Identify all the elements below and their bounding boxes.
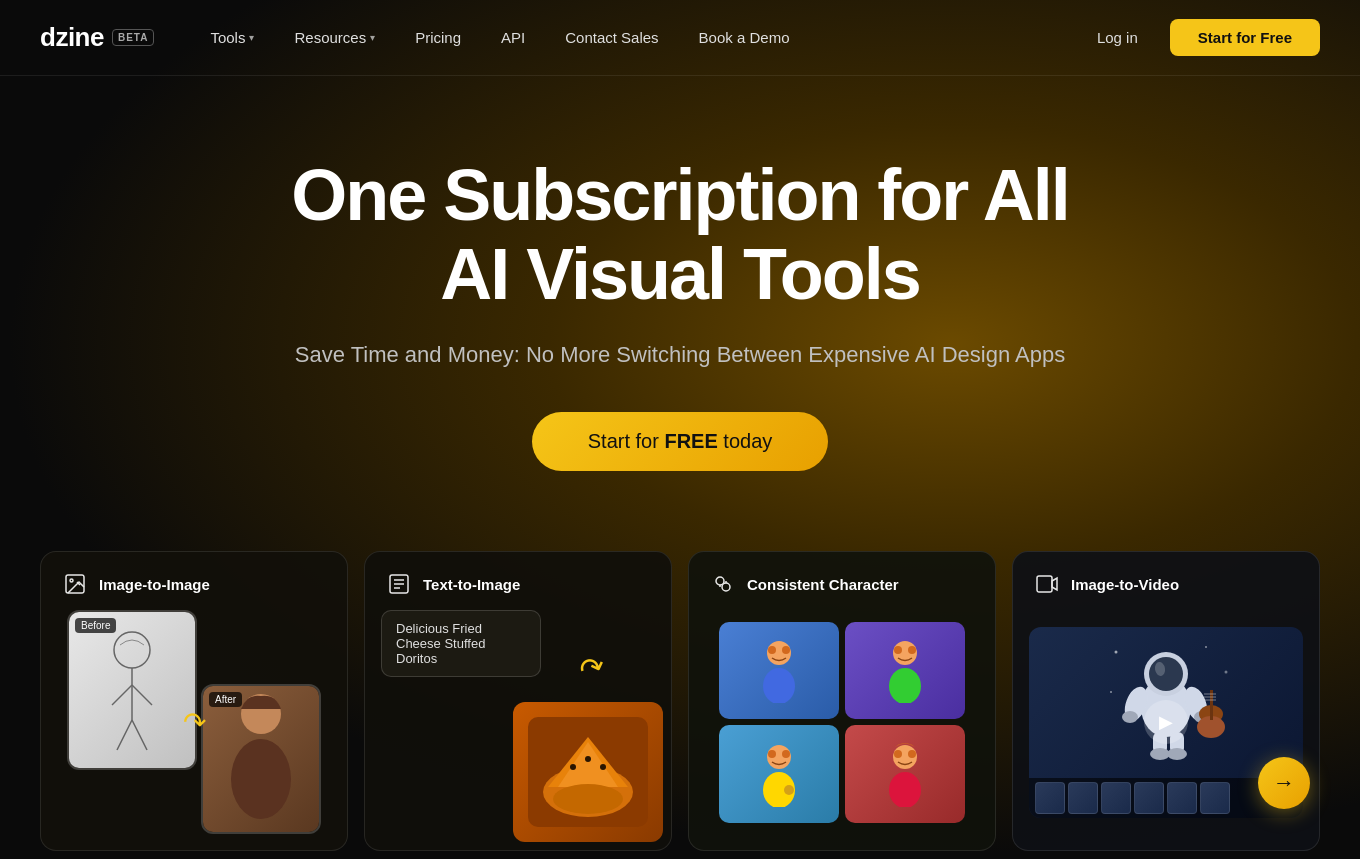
svg-point-27 [894,646,902,654]
svg-point-45 [1149,657,1183,691]
hero-cta-button[interactable]: Start for FREE today [532,412,829,471]
card-header: Text-to-Image [365,552,671,610]
nav-links: Tools ▾ Resources ▾ Pricing API Contact … [194,21,805,54]
film-frame [1167,782,1197,814]
logo[interactable]: dzine BETA [40,22,154,53]
svg-rect-38 [1037,576,1052,592]
char-cell-2 [845,622,965,720]
card-image-to-image[interactable]: Image-to-Image [40,551,348,851]
card-title: Image-to-Video [1071,576,1179,593]
consistent-character-icon [709,570,737,598]
before-image: Before [67,610,197,770]
nav-right: Log in Start for Free [1081,19,1320,56]
card-body: Before ↷ After [41,610,347,850]
nav-pricing[interactable]: Pricing [399,21,477,54]
film-frame [1101,782,1131,814]
card-body: Delicious Fried Cheese Stuffed Doritos ↷ [365,610,671,850]
svg-point-2 [114,632,150,668]
img2img-preview: Before ↷ After [57,610,331,834]
generated-food-image [513,702,663,842]
card-header: Image-to-Image [41,552,347,610]
svg-point-39 [1115,651,1118,654]
card-header: Consistent Character [689,552,995,610]
svg-point-49 [1122,711,1138,723]
svg-point-9 [231,739,291,819]
image-to-image-icon [61,570,89,598]
nav-left: dzine BETA Tools ▾ Resources ▾ Pricing A… [40,21,806,54]
card-consistent-character[interactable]: Consistent Character [688,551,996,851]
svg-point-37 [908,750,916,758]
hero-section: One Subscription for All AI Visual Tools… [0,76,1360,531]
card-body [689,610,995,850]
svg-point-36 [894,750,902,758]
character-grid [719,622,966,824]
card-header: Image-to-Video [1013,552,1319,610]
svg-point-22 [763,668,795,703]
nav-api[interactable]: API [485,21,541,54]
film-frame [1200,782,1230,814]
svg-point-23 [768,646,776,654]
svg-point-18 [553,784,623,814]
svg-point-41 [1225,671,1228,674]
svg-point-32 [782,750,790,758]
t2i-preview: Delicious Fried Cheese Stuffed Doritos ↷ [381,610,655,834]
svg-point-35 [889,772,921,807]
hero-title: One Subscription for All AI Visual Tools [40,156,1320,314]
svg-point-33 [784,785,794,795]
hero-subtitle: Save Time and Money: No More Switching B… [40,342,1320,368]
svg-point-31 [768,750,776,758]
svg-line-6 [117,720,132,750]
svg-point-17 [600,764,606,770]
chevron-down-icon: ▾ [370,32,375,43]
after-label: After [209,692,242,707]
svg-point-40 [1205,646,1207,648]
char-cell-3 [719,725,839,823]
svg-point-16 [585,756,591,762]
card-body: ▶ [1013,610,1319,850]
start-free-button[interactable]: Start for Free [1170,19,1320,56]
card-text-to-image[interactable]: Text-to-Image Delicious Fried Cheese Stu… [364,551,672,851]
chevron-down-icon: ▾ [249,32,254,43]
svg-point-15 [570,764,576,770]
text-to-image-icon [385,570,413,598]
svg-line-4 [112,685,132,705]
prompt-box: Delicious Fried Cheese Stuffed Doritos [381,610,541,677]
card-title: Text-to-Image [423,576,520,593]
card-title: Image-to-Image [99,576,210,593]
image-to-video-icon [1033,570,1061,598]
login-button[interactable]: Log in [1081,21,1154,54]
char-cell-1 [719,622,839,720]
svg-point-28 [908,646,916,654]
cards-grid: Image-to-Image [0,531,1360,859]
navbar: dzine BETA Tools ▾ Resources ▾ Pricing A… [0,0,1360,76]
char-cell-4 [845,725,965,823]
svg-point-42 [1110,691,1112,693]
svg-line-7 [132,720,147,750]
brand-name: dzine [40,22,104,53]
film-frame [1035,782,1065,814]
photo-illustration [203,686,319,832]
fab-next-button[interactable]: → [1258,757,1310,809]
sketch-illustration [69,612,195,768]
svg-point-20 [722,583,730,591]
curve-arrow-icon: ↷ [575,647,610,688]
nav-tools[interactable]: Tools ▾ [194,21,270,54]
svg-rect-53 [1210,690,1213,720]
svg-line-5 [132,685,152,705]
svg-point-1 [70,579,73,582]
film-frame [1134,782,1164,814]
nav-contact-sales[interactable]: Contact Sales [549,21,674,54]
svg-point-60 [1167,748,1187,760]
svg-point-26 [889,668,921,703]
beta-badge: BETA [112,29,154,46]
after-image: After [201,684,321,834]
before-label: Before [75,618,116,633]
transform-arrow-icon: ↷ [183,706,206,739]
nav-book-demo[interactable]: Book a Demo [683,21,806,54]
svg-point-24 [782,646,790,654]
nav-resources[interactable]: Resources ▾ [278,21,391,54]
card-title: Consistent Character [747,576,899,593]
film-frame [1068,782,1098,814]
